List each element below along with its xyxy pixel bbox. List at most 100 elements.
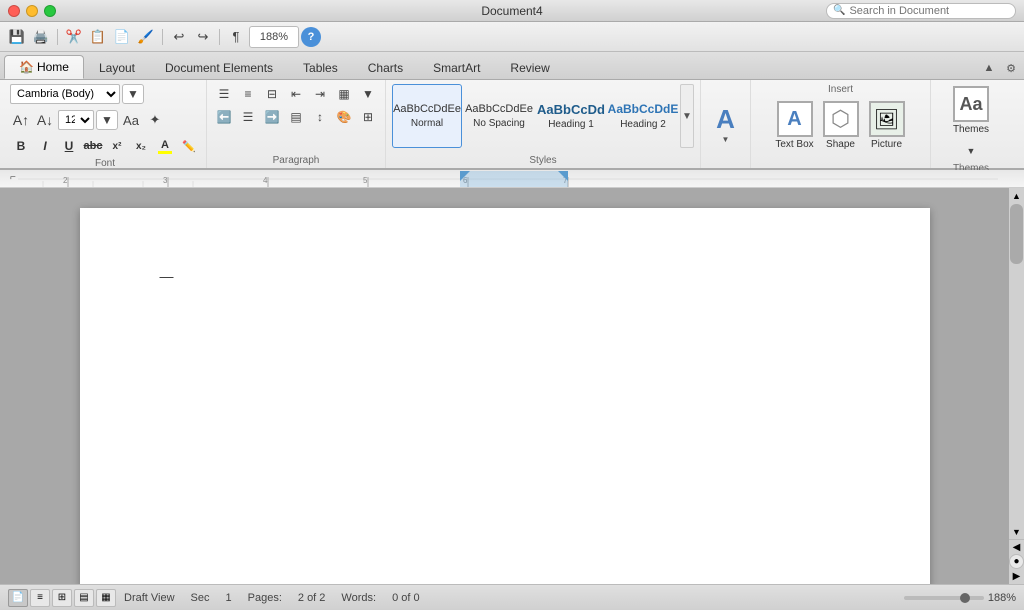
align-buttons-row: ⬅️ ☰ ➡️ ▤ ↕ 🎨 ⊞ <box>213 107 379 127</box>
justify-button[interactable]: ▤ <box>285 107 307 127</box>
undo-button[interactable]: ↩ <box>168 26 190 48</box>
paste-button[interactable]: 📄 <box>111 26 133 48</box>
maximize-button[interactable] <box>44 5 56 17</box>
styles-scroll-button[interactable]: ▼ <box>680 84 694 148</box>
help-button[interactable]: ? <box>301 27 321 47</box>
format-styles-button[interactable]: A ▼ <box>716 104 735 144</box>
scroll-up-button[interactable]: ▲ <box>1009 188 1024 203</box>
style-no-spacing-label: No Spacing <box>473 118 525 129</box>
prev-page-button[interactable]: ◀ <box>1009 539 1024 554</box>
zoom-slider[interactable] <box>904 596 984 600</box>
shape-icon: ⬡ <box>823 101 859 137</box>
ribbon-options-button[interactable]: ⚙ <box>1002 59 1020 77</box>
themes-button[interactable]: Aa Themes <box>949 84 993 137</box>
show-all-button[interactable]: ▦ <box>333 84 355 104</box>
document-canvas[interactable]: — <box>0 188 1009 584</box>
decrease-indent-button[interactable]: ⇤ <box>285 84 307 104</box>
view-btn-outline[interactable]: ≡ <box>30 589 50 607</box>
cut-button[interactable]: ✂️ <box>63 26 85 48</box>
font-size-select[interactable]: 12 <box>58 110 94 130</box>
font-family-select[interactable]: Cambria (Body) <box>10 84 120 104</box>
shape-button[interactable]: ⬡ Shape <box>819 99 863 152</box>
minimize-button[interactable] <box>26 5 38 17</box>
scroll-track[interactable] <box>1009 203 1024 524</box>
copy-button[interactable]: 📋 <box>87 26 109 48</box>
font-family-dropdown[interactable]: ▼ <box>122 84 144 104</box>
format-paint-button[interactable]: 🖌️ <box>135 26 157 48</box>
tab-tables[interactable]: Tables <box>288 55 353 79</box>
view-btn-print[interactable]: 📄 <box>8 589 28 607</box>
fill-color-button[interactable]: 🎨 <box>333 107 355 127</box>
increase-indent-button[interactable]: ⇥ <box>309 84 331 104</box>
format-styles-dropdown-icon: ▼ <box>722 135 730 144</box>
zoom-select-button[interactable]: 188% <box>249 26 299 48</box>
font-size-dropdown[interactable]: ▼ <box>96 110 118 130</box>
align-right-button[interactable]: ➡️ <box>261 107 283 127</box>
paragraph-group-label: Paragraph <box>273 153 320 166</box>
font-family-row: Cambria (Body) ▼ <box>10 84 144 104</box>
highlight-button[interactable]: ✏️ <box>178 136 200 156</box>
numbered-list-button[interactable]: ≡ <box>237 84 259 104</box>
tab-charts[interactable]: Charts <box>353 55 418 79</box>
subscript-button[interactable]: x₂ <box>130 136 152 156</box>
traffic-lights <box>8 5 56 17</box>
superscript-button[interactable]: x² <box>106 136 128 156</box>
section-num: 1 <box>226 592 232 604</box>
text-box-button[interactable]: A Text Box <box>773 99 817 152</box>
document-content[interactable]: — <box>160 268 850 284</box>
print-button[interactable]: 🖨️ <box>30 26 52 48</box>
borders-button[interactable]: ⊞ <box>357 107 379 127</box>
tab-stop-marker[interactable]: ⌐ <box>10 172 16 183</box>
paragraph-marks-button[interactable]: ¶ <box>225 26 247 48</box>
pages-value: 2 of 2 <box>298 592 326 604</box>
close-button[interactable] <box>8 5 20 17</box>
outline-list-button[interactable]: ⊟ <box>261 84 283 104</box>
themes-label: Themes <box>953 124 989 135</box>
strikethrough-button[interactable]: abc <box>82 136 104 156</box>
themes-dropdown-btn[interactable]: ▼ <box>960 141 982 161</box>
tab-layout[interactable]: Layout <box>84 55 150 79</box>
increase-font-size-button[interactable]: A↑ <box>10 110 32 130</box>
scroll-thumb[interactable] <box>1010 204 1023 264</box>
font-size-row: A↑ A↓ 12 ▼ Aa ✦ <box>10 110 166 130</box>
style-heading1[interactable]: AaBbCcDd Heading 1 <box>536 84 606 148</box>
tab-home[interactable]: 🏠 Home <box>4 55 84 79</box>
svg-text:4: 4 <box>263 176 268 185</box>
style-normal[interactable]: AaBbCcDdEe Normal <box>392 84 462 148</box>
tab-review[interactable]: Review <box>495 55 564 79</box>
view-btn-draft[interactable]: ▦ <box>96 589 116 607</box>
italic-button[interactable]: I <box>34 136 56 156</box>
view-buttons: 📄 ≡ ⊞ ▤ ▦ <box>8 589 116 607</box>
next-page-button[interactable]: ▶ <box>1009 569 1024 584</box>
scroll-down-button[interactable]: ▼ <box>1009 524 1024 539</box>
document-page[interactable]: — <box>80 208 930 584</box>
clear-formatting-button[interactable]: ✦ <box>144 110 166 130</box>
underline-button[interactable]: U <box>58 136 80 156</box>
tab-smartart[interactable]: SmartArt <box>418 55 495 79</box>
align-left-button[interactable]: ⬅️ <box>213 107 235 127</box>
font-color-button[interactable]: A <box>154 136 176 156</box>
page-indicator-button[interactable]: ● <box>1009 554 1024 569</box>
paragraph-dropdown[interactable]: ▼ <box>357 84 379 104</box>
bullets-button[interactable]: ☰ <box>213 84 235 104</box>
line-spacing-button[interactable]: ↕ <box>309 107 331 127</box>
bold-button[interactable]: B <box>10 136 32 156</box>
text-box-label: Text Box <box>775 139 813 150</box>
view-btn-notebook[interactable]: ▤ <box>74 589 94 607</box>
align-center-button[interactable]: ☰ <box>237 107 259 127</box>
ribbon-collapse-button[interactable]: ▲ <box>980 59 998 77</box>
save-button[interactable]: 💾 <box>6 26 28 48</box>
search-icon: 🔍 <box>833 5 845 16</box>
tab-document-elements[interactable]: Document Elements <box>150 55 288 79</box>
style-no-spacing[interactable]: AaBbCcDdEe No Spacing <box>464 84 534 148</box>
style-heading2[interactable]: AaBbCcDdE Heading 2 <box>608 84 678 148</box>
words-value: 0 of 0 <box>392 592 420 604</box>
view-btn-page-layout[interactable]: ⊞ <box>52 589 72 607</box>
picture-button[interactable]: 🖼 Picture <box>865 99 909 152</box>
decrease-font-size-button[interactable]: A↓ <box>34 110 56 130</box>
redo-button[interactable]: ↪ <box>192 26 214 48</box>
search-input[interactable] <box>849 5 1009 17</box>
change-case-button[interactable]: Aa <box>120 110 142 130</box>
search-box[interactable]: 🔍 <box>826 3 1016 19</box>
zoom-thumb[interactable] <box>960 593 970 603</box>
